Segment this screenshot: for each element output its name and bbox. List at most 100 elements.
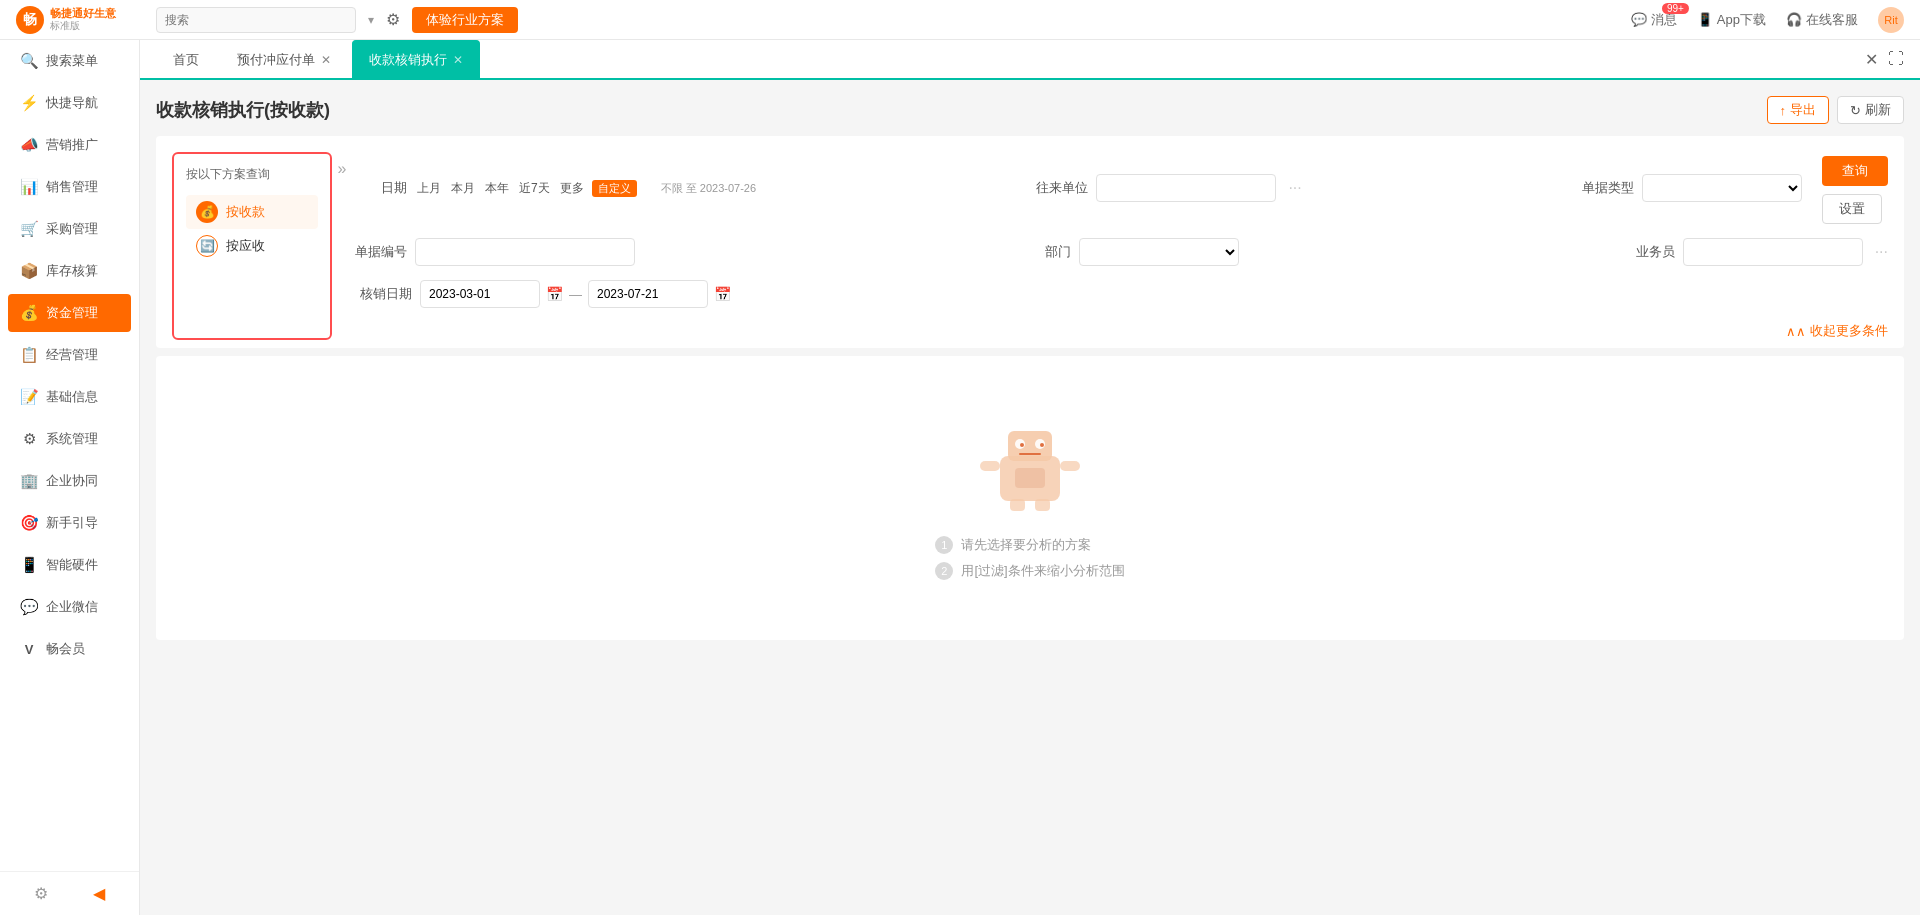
calendar-end-icon[interactable]: 📅	[714, 286, 731, 302]
filter-option-receipt[interactable]: 💰 按收款	[186, 195, 318, 229]
app-download-area[interactable]: 📱 App下载	[1697, 11, 1766, 29]
setting-button[interactable]: 设置	[1822, 194, 1882, 224]
member-icon: V	[20, 642, 38, 657]
dropdown-icon[interactable]: ▾	[368, 13, 374, 27]
sidebar-item-purchase[interactable]: 🛒 采购管理	[0, 208, 139, 250]
sidebar-item-inventory[interactable]: 📦 库存核算	[0, 250, 139, 292]
app-download-label: App下载	[1717, 11, 1766, 29]
tip-num-2: 2	[935, 562, 953, 580]
tab-bar: 首页 预付冲应付单 ✕ 收款核销执行 ✕ ✕ ⛶	[140, 40, 1920, 80]
sidebar-item-enterprise[interactable]: 🏢 企业协同	[0, 460, 139, 502]
robot-svg	[970, 416, 1090, 516]
main-area: 首页 预付冲应付单 ✕ 收款核销执行 ✕ ✕ ⛶ 收款核销执行(按收款) ↑ 导…	[140, 40, 1920, 915]
salesman-more-icon[interactable]: ···	[1875, 243, 1888, 261]
sidebar-item-member[interactable]: V 畅会员	[0, 628, 139, 670]
online-service-label: 在线客服	[1806, 11, 1858, 29]
tip-num-1: 1	[935, 536, 953, 554]
bill-type-field: 单据类型	[1579, 174, 1802, 202]
sidebar-item-operation[interactable]: 📋 经营管理	[0, 334, 139, 376]
date-field: 日期 上月 本月 本年 近7天 更多 自定义	[352, 179, 637, 197]
top-header: 畅 畅捷通好生意 标准版 ▾ ⚙ 体验行业方案 💬 消息 99+ 📱 App下载…	[0, 0, 1920, 40]
sidebar-label-quick-nav: 快捷导航	[46, 94, 98, 112]
verify-date-range: 📅 — 📅	[420, 280, 731, 308]
svg-rect-11	[1015, 468, 1045, 488]
receipt-option-icon: 💰	[196, 201, 218, 223]
marketing-icon: 📣	[20, 136, 38, 154]
sidebar-label-wechat: 企业微信	[46, 598, 98, 616]
date-more[interactable]: 更多	[558, 180, 586, 197]
sidebar-item-marketing[interactable]: 📣 营销推广	[0, 124, 139, 166]
quick-nav-icon: ⚡	[20, 94, 38, 112]
system-icon: ⚙	[20, 430, 38, 448]
trading-party-field: 往来单位 ···	[1033, 174, 1301, 202]
collapse-sidebar-icon[interactable]: ◀	[93, 884, 105, 903]
trading-party-input[interactable]	[1096, 174, 1276, 202]
search-btn-area: 查询 设置	[1822, 152, 1888, 224]
guide-icon: 🎯	[20, 514, 38, 532]
date-last-month[interactable]: 上月	[415, 180, 443, 197]
filter-option-receivable[interactable]: 🔄 按应收	[186, 229, 318, 263]
tab-bar-right: ✕ ⛶	[1865, 50, 1904, 69]
date-sub-text: 不限 至 2023-07-26	[661, 181, 756, 196]
dept-field: 部门	[1016, 238, 1239, 266]
date-last-7days[interactable]: 近7天	[517, 180, 552, 197]
filter-form: 日期 上月 本月 本年 近7天 更多 自定义 不限 至 2023-0	[352, 152, 1888, 340]
sidebar-label-sales: 销售管理	[46, 178, 98, 196]
date-this-month[interactable]: 本月	[449, 180, 477, 197]
salesman-input[interactable]	[1683, 238, 1863, 266]
page-content: 收款核销执行(按收款) ↑ 导出 ↻ 刷新 按以下方案查询 💰	[140, 80, 1920, 915]
message-area[interactable]: 💬 消息 99+	[1631, 11, 1677, 29]
filter-panel: 按以下方案查询 💰 按收款 🔄 按应收 »	[156, 136, 1904, 348]
collapse-up-icon: ∧∧	[1786, 324, 1806, 339]
verify-date-end-input[interactable]	[588, 280, 708, 308]
sidebar-menu: 🔍 搜索菜单 ⚡ 快捷导航 📣 营销推广 📊 销售管理 🛒 采购管理 📦 库存核…	[0, 40, 139, 871]
gear-icon[interactable]: ⚙	[386, 10, 400, 29]
sidebar-item-search-menu[interactable]: 🔍 搜索菜单	[0, 40, 139, 82]
sidebar-item-hardware[interactable]: 📱 智能硬件	[0, 544, 139, 586]
close-receipt-tab-icon[interactable]: ✕	[453, 53, 463, 67]
bill-no-input[interactable]	[415, 238, 635, 266]
logo-icon: 畅	[16, 6, 44, 34]
sidebar-bottom: ⚙ ◀	[0, 871, 139, 915]
sidebar-item-guide[interactable]: 🎯 新手引导	[0, 502, 139, 544]
sidebar-label-guide: 新手引导	[46, 514, 98, 532]
collapse-filter-btn[interactable]: »	[332, 152, 352, 340]
refresh-button[interactable]: ↻ 刷新	[1837, 96, 1904, 124]
sidebar-item-sales[interactable]: 📊 销售管理	[0, 166, 139, 208]
enterprise-icon: 🏢	[20, 472, 38, 490]
trading-party-more-icon[interactable]: ···	[1288, 179, 1301, 197]
expand-icon[interactable]: ⛶	[1888, 50, 1904, 69]
close-prepay-tab-icon[interactable]: ✕	[321, 53, 331, 67]
date-this-year[interactable]: 本年	[483, 180, 511, 197]
svg-rect-1	[1008, 431, 1052, 461]
verify-date-start-input[interactable]	[420, 280, 540, 308]
online-service-area[interactable]: 🎧 在线客服	[1786, 11, 1858, 29]
sidebar-item-basic[interactable]: 📝 基础信息	[0, 376, 139, 418]
svg-point-4	[1020, 443, 1024, 447]
calendar-start-icon[interactable]: 📅	[546, 286, 563, 302]
date-quicklinks: 上月 本月 本年 近7天 更多 自定义	[415, 180, 637, 197]
bill-type-select[interactable]	[1642, 174, 1802, 202]
tab-receipt-offset[interactable]: 收款核销执行 ✕	[352, 40, 480, 78]
export-button[interactable]: ↑ 导出	[1767, 96, 1830, 124]
close-all-tabs-icon[interactable]: ✕	[1865, 50, 1878, 69]
query-button[interactable]: 查询	[1822, 156, 1888, 186]
collapse-more-btn[interactable]: ∧∧ 收起更多条件	[352, 322, 1888, 340]
sidebar-item-quick-nav[interactable]: ⚡ 快捷导航	[0, 82, 139, 124]
settings-icon[interactable]: ⚙	[34, 884, 48, 903]
search-icon: 🔍	[20, 52, 38, 70]
empty-tips: 1 请先选择要分析的方案 2 用[过滤]条件来缩小分析范围	[935, 536, 1124, 580]
tab-prepay-offset[interactable]: 预付冲应付单 ✕	[220, 40, 348, 78]
avatar[interactable]: Rit	[1878, 7, 1904, 33]
dept-select[interactable]	[1079, 238, 1239, 266]
sidebar-item-finance[interactable]: 💰 资金管理	[8, 294, 131, 332]
header-center: ▾ ⚙ 体验行业方案	[156, 7, 1631, 33]
tab-home[interactable]: 首页	[156, 40, 216, 78]
industry-button[interactable]: 体验行业方案	[412, 7, 518, 33]
date-custom-badge[interactable]: 自定义	[592, 180, 637, 197]
message-icon: 💬	[1631, 12, 1647, 27]
sidebar-item-wechat[interactable]: 💬 企业微信	[0, 586, 139, 628]
sidebar-label-purchase: 采购管理	[46, 220, 98, 238]
sidebar-item-system[interactable]: ⚙ 系统管理	[0, 418, 139, 460]
search-input[interactable]	[156, 7, 356, 33]
